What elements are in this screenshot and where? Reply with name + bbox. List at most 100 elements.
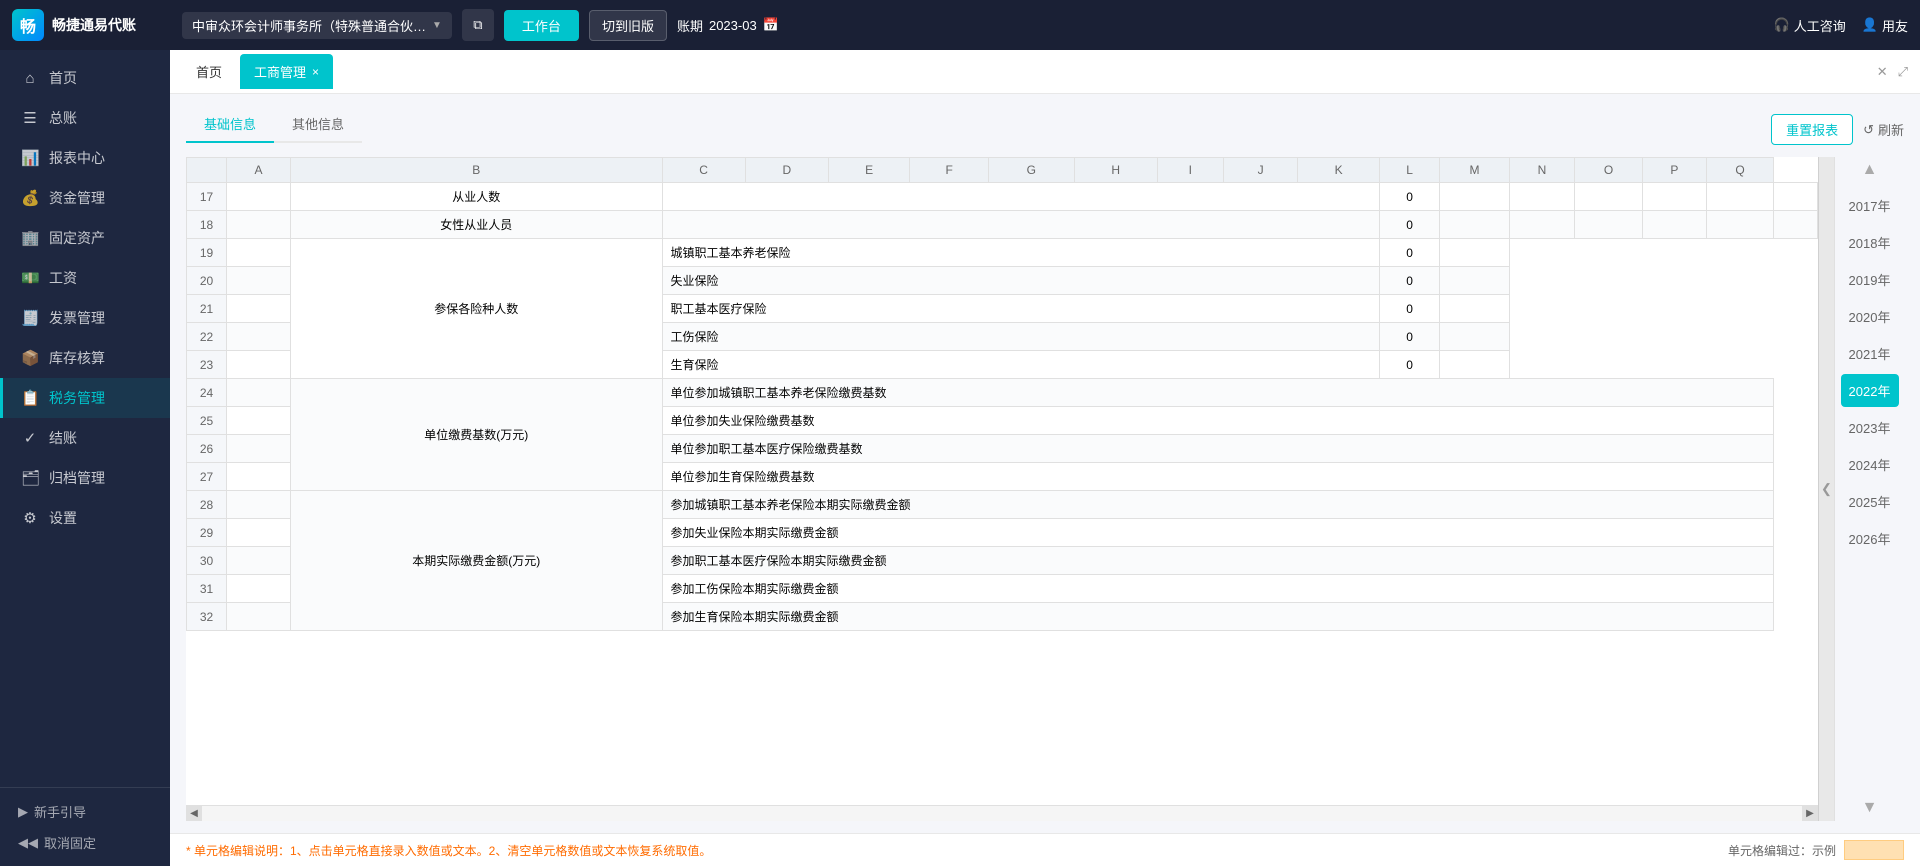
cell-empty[interactable] (1440, 211, 1509, 239)
sidebar-item-home[interactable]: ⌂首页 (0, 58, 170, 98)
cell-empty[interactable] (1774, 183, 1818, 211)
unpin-button[interactable]: ◀◀ 取消固定 (12, 829, 158, 856)
cell-c-28[interactable]: 参加城镇职工基本养老保险本期实际缴费金额 (662, 491, 1774, 519)
cell-a-31[interactable] (227, 575, 291, 603)
new-guide-button[interactable]: ▶ 新手引导 (12, 798, 158, 825)
horizontal-scrollbar[interactable]: ◀ ▶ (186, 805, 1818, 821)
cell-empty[interactable] (1509, 183, 1575, 211)
cell-a-27[interactable] (227, 463, 291, 491)
year-item-2024年[interactable]: 2024年 (1841, 448, 1899, 481)
sidebar-item-archive[interactable]: 🗂归档管理 (0, 458, 170, 498)
cell-c-24[interactable]: 单位参加城镇职工基本养老保险缴费基数 (662, 379, 1774, 407)
sidebar-item-capital[interactable]: 💰资金管理 (0, 178, 170, 218)
year-scroll-up-button[interactable]: ▲ (1841, 157, 1899, 183)
sidebar-item-close[interactable]: ✓结账 (0, 418, 170, 458)
cell-c-18[interactable] (662, 211, 1379, 239)
cell-b-24[interactable]: 单位缴费基数(万元) (291, 379, 662, 491)
year-scroll-down-button[interactable]: ▼ (1841, 795, 1899, 821)
cell-empty[interactable] (1774, 211, 1818, 239)
cell-empty[interactable] (1440, 183, 1509, 211)
cell-a-17[interactable] (227, 183, 291, 211)
cell-a-26[interactable] (227, 435, 291, 463)
cell-p-23[interactable]: 0 (1379, 351, 1440, 379)
cell-c-30[interactable]: 参加职工基本医疗保险本期实际缴费金额 (662, 547, 1774, 575)
cell-c-21[interactable]: 职工基本医疗保险 (662, 295, 1379, 323)
year-item-2019年[interactable]: 2019年 (1841, 263, 1899, 296)
cell-c-19[interactable]: 城镇职工基本养老保险 (662, 239, 1379, 267)
year-item-2026年[interactable]: 2026年 (1841, 522, 1899, 555)
cell-c-32[interactable]: 参加生育保险本期实际缴费金额 (662, 603, 1774, 631)
maximize-icon[interactable]: ⤢ (1898, 64, 1908, 80)
cell-p-20[interactable]: 0 (1379, 267, 1440, 295)
year-item-2017年[interactable]: 2017年 (1841, 189, 1899, 222)
sidebar-item-reports[interactable]: 📊报表中心 (0, 138, 170, 178)
cell-empty[interactable] (1509, 211, 1575, 239)
service-button[interactable]: 🎧 人工咨询 (1774, 16, 1846, 35)
sidebar-item-invoice[interactable]: 🧾发票管理 (0, 298, 170, 338)
cell-k-18[interactable]: 0 (1379, 211, 1440, 239)
close-window-icon[interactable]: ✕ (1877, 64, 1888, 80)
user-button[interactable]: 👤 用友 (1862, 16, 1908, 35)
sub-tab-basic[interactable]: 基础信息 (186, 106, 274, 143)
cell-c-31[interactable]: 参加工伤保险本期实际缴费金额 (662, 575, 1774, 603)
cell-b-17[interactable]: 从业人数 (291, 183, 662, 211)
cell-q[interactable] (1440, 267, 1509, 295)
year-item-2020年[interactable]: 2020年 (1841, 300, 1899, 333)
refresh-button[interactable]: ↺ 刷新 (1863, 120, 1904, 139)
cell-c-17[interactable] (662, 183, 1379, 211)
cell-a-28[interactable] (227, 491, 291, 519)
cell-c-29[interactable]: 参加失业保险本期实际缴费金额 (662, 519, 1774, 547)
right-panel-collapse[interactable]: ❮ (1818, 157, 1834, 821)
company-selector[interactable]: 中审众环会计师事务所（特殊普通合伙… ▼ (182, 12, 452, 39)
cell-p-21[interactable]: 0 (1379, 295, 1440, 323)
year-item-2022年[interactable]: 2022年 (1841, 374, 1899, 407)
cell-b-18[interactable]: 女性从业人员 (291, 211, 662, 239)
sidebar-item-assets[interactable]: 🏢固定资产 (0, 218, 170, 258)
cell-q[interactable] (1440, 323, 1509, 351)
cell-empty[interactable] (1706, 183, 1773, 211)
cell-empty[interactable] (1575, 211, 1642, 239)
cell-p-19[interactable]: 0 (1379, 239, 1440, 267)
cell-empty[interactable] (1706, 211, 1773, 239)
tab-close-icon[interactable]: × (312, 65, 319, 79)
cell-a-23[interactable] (227, 351, 291, 379)
sidebar-item-settings[interactable]: ⚙设置 (0, 498, 170, 538)
sidebar-item-inventory[interactable]: 📦库存核算 (0, 338, 170, 378)
sidebar-item-salary[interactable]: 💵工资 (0, 258, 170, 298)
reset-report-button[interactable]: 重置报表 (1771, 114, 1853, 145)
cell-empty[interactable] (1642, 183, 1706, 211)
cell-c-20[interactable]: 失业保险 (662, 267, 1379, 295)
cell-empty[interactable] (1642, 211, 1706, 239)
cell-c-27[interactable]: 单位参加生育保险缴费基数 (662, 463, 1774, 491)
tab-commerce[interactable]: 工商管理× (240, 54, 333, 89)
year-item-2018年[interactable]: 2018年 (1841, 226, 1899, 259)
cell-b-19[interactable]: 参保各险种人数 (291, 239, 662, 379)
cell-q[interactable] (1440, 239, 1509, 267)
cell-a-25[interactable] (227, 407, 291, 435)
sidebar-item-tax[interactable]: 📋税务管理 (0, 378, 170, 418)
scroll-right-button[interactable]: ▶ (1802, 806, 1818, 822)
cell-a-21[interactable] (227, 295, 291, 323)
cell-a-29[interactable] (227, 519, 291, 547)
year-item-2021年[interactable]: 2021年 (1841, 337, 1899, 370)
sidebar-item-ledger[interactable]: ☰总账 (0, 98, 170, 138)
calendar-icon[interactable]: 📅 (763, 17, 779, 33)
cell-b-28[interactable]: 本期实际缴费金额(万元) (291, 491, 662, 631)
cell-a-32[interactable] (227, 603, 291, 631)
copy-button[interactable]: ⧉ (462, 9, 494, 41)
sub-tab-other[interactable]: 其他信息 (274, 106, 362, 143)
year-item-2025年[interactable]: 2025年 (1841, 485, 1899, 518)
cell-p-22[interactable]: 0 (1379, 323, 1440, 351)
old-version-button[interactable]: 切到旧版 (589, 10, 667, 41)
cell-a-22[interactable] (227, 323, 291, 351)
cell-k-17[interactable]: 0 (1379, 183, 1440, 211)
cell-c-25[interactable]: 单位参加失业保险缴费基数 (662, 407, 1774, 435)
cell-q[interactable] (1440, 295, 1509, 323)
cell-a-30[interactable] (227, 547, 291, 575)
cell-a-20[interactable] (227, 267, 291, 295)
cell-a-18[interactable] (227, 211, 291, 239)
cell-c-23[interactable]: 生育保险 (662, 351, 1379, 379)
tab-home[interactable]: 首页 (182, 54, 236, 89)
cell-a-24[interactable] (227, 379, 291, 407)
cell-q[interactable] (1440, 351, 1509, 379)
